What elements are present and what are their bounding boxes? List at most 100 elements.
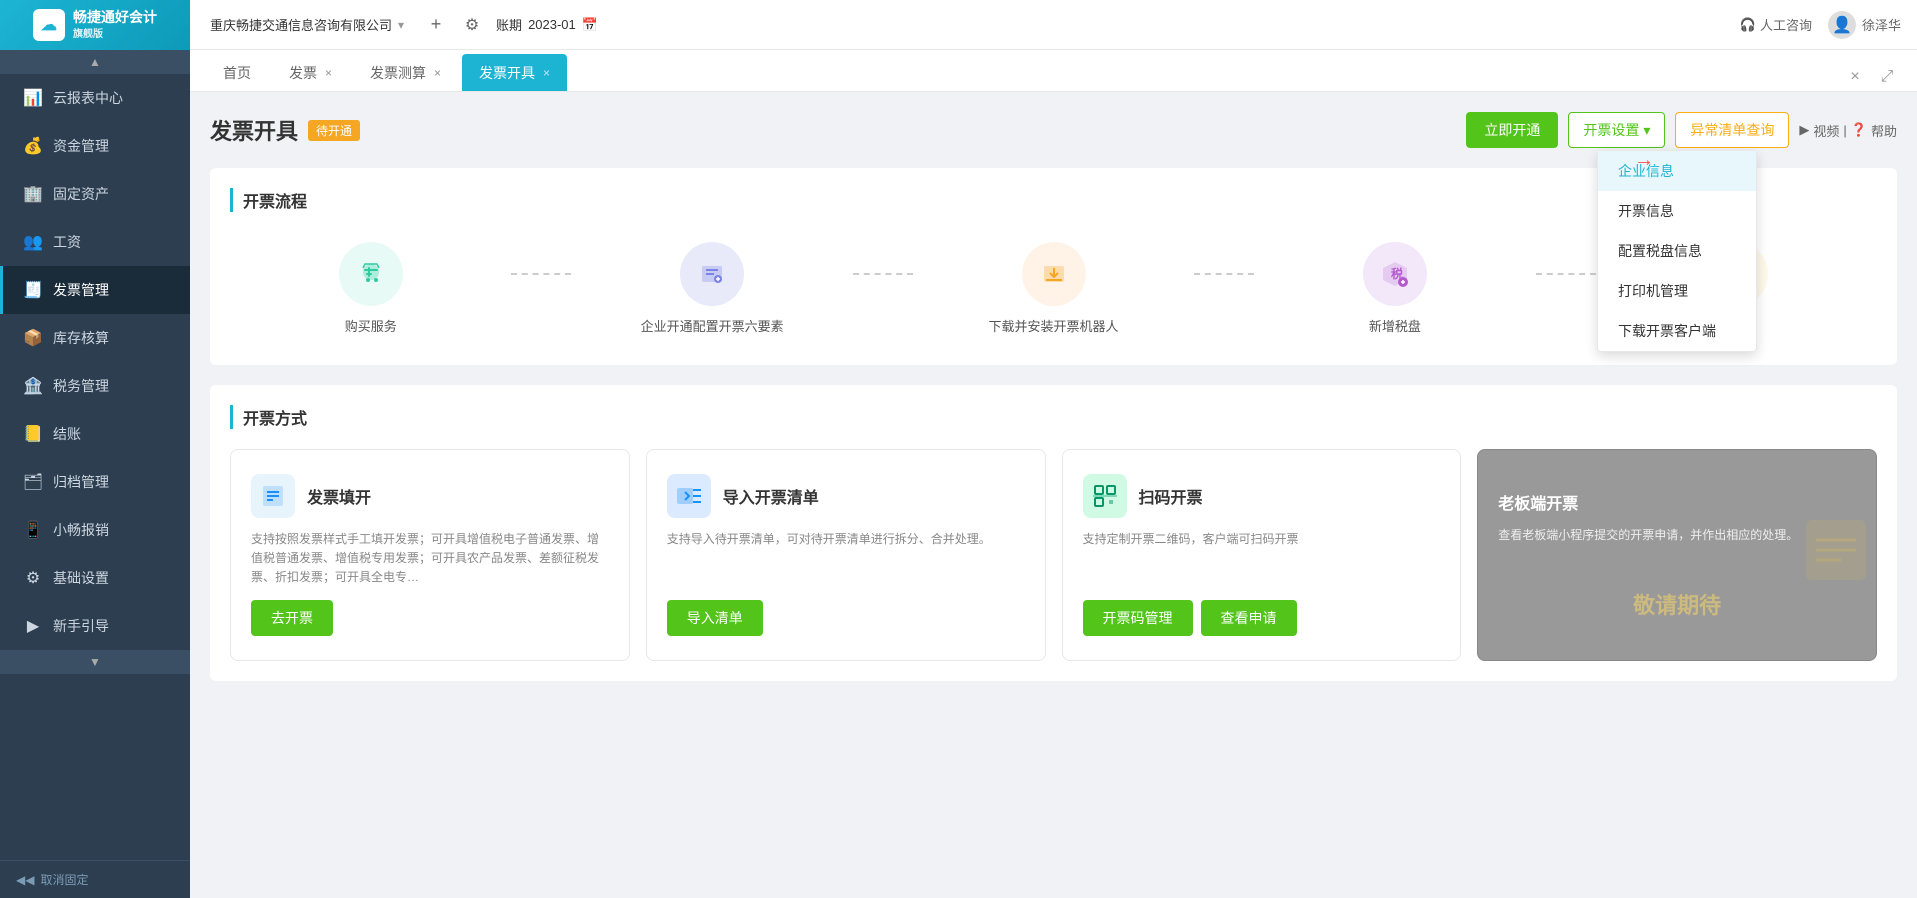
tab-invoice-calc-label: 发票测算 [370, 63, 426, 83]
sidebar-label: 归档管理 [53, 472, 109, 492]
tab-invoice[interactable]: 发票 × [272, 54, 349, 91]
add-tab-button[interactable]: + [424, 13, 448, 37]
tab-invoice-issue-close[interactable]: × [543, 66, 550, 80]
sidebar-label: 税务管理 [53, 376, 109, 396]
dropdown-item-company-info[interactable]: 企业信息 [1598, 151, 1756, 191]
flow-step-config-label: 企业开通配置开票六要素 [641, 316, 784, 335]
tab-invoice-issue[interactable]: 发票开具 × [462, 54, 567, 91]
tab-invoice-calc[interactable]: 发票测算 × [353, 54, 458, 91]
manual-invoice-icon [251, 474, 295, 518]
sidebar-item-tax-mgmt[interactable]: 🏦 税务管理 [0, 362, 190, 410]
dropdown-item-printer[interactable]: 打印机管理 [1598, 271, 1756, 311]
book-icon: 📒 [23, 424, 43, 444]
dropdown-item-tax-disk[interactable]: 配置税盘信息 [1598, 231, 1756, 271]
sidebar-scroll-down[interactable]: ▼ [0, 650, 190, 674]
company-name: 重庆畅捷交通信息咨询有限公司 [210, 15, 392, 34]
sidebar-label: 小畅报销 [53, 520, 109, 540]
play-icon: ▶ [23, 616, 43, 636]
abnormal-list-button[interactable]: 异常清单查询 [1675, 112, 1789, 148]
logo-title: 畅捷通好会计 [73, 9, 157, 26]
activate-button[interactable]: 立即开通 [1466, 112, 1558, 148]
question-icon: ❓ [1851, 122, 1867, 138]
flow-icon-buy [339, 242, 403, 306]
settings-dropdown-button[interactable]: 开票设置 ▾ [1568, 112, 1665, 148]
headset-icon: 🎧 [1740, 17, 1756, 33]
page-actions: 立即开通 开票设置 ▾ 异常清单查询 ▶ 视频 | ❓ 帮助 [1466, 112, 1897, 148]
archive-icon: 🗂 [23, 472, 43, 492]
logo-sub: 旗舰版 [73, 25, 157, 40]
tab-invoice-close[interactable]: × [325, 66, 332, 80]
flow-connector-4 [1536, 273, 1596, 275]
sidebar-item-guide[interactable]: ▶ 新手引导 [0, 602, 190, 650]
tax-icon: 🏦 [23, 376, 43, 396]
page-content: 发票开具 待开通 立即开通 开票设置 ▾ 异常清单查询 ▶ 视频 [190, 92, 1917, 898]
sidebar-label: 资金管理 [53, 136, 109, 156]
method-card-boss: 老板端开票 查看老板端小程序提交的开票申请，并作出相应的处理。 敬请期待 [1477, 449, 1877, 661]
customer-service-button[interactable]: 🎧 人工咨询 [1740, 15, 1812, 34]
manual-go-invoice-button[interactable]: 去开票 [251, 600, 333, 636]
flow-icon-tax: 税 [1363, 242, 1427, 306]
sidebar-item-invoice-mgmt[interactable]: 🧾 发票管理 [0, 266, 190, 314]
dropdown-pointer-arrow: → [1634, 149, 1654, 172]
help-label: 帮助 [1871, 121, 1897, 140]
gear-icon: ⚙ [23, 568, 43, 588]
import-title: 导入开票清单 [723, 484, 819, 508]
user-name: 徐泽华 [1862, 15, 1901, 34]
chevron-down-icon: ▾ [398, 18, 404, 32]
import-list-button[interactable]: 导入清单 [667, 600, 763, 636]
sidebar-item-settlement[interactable]: 📒 结账 [0, 410, 190, 458]
sidebar-item-report[interactable]: 📱 小畅报销 [0, 506, 190, 554]
dropdown-item-download-client[interactable]: 下载开票客户端 [1598, 311, 1756, 351]
method-card-import: 导入开票清单 支持导入待开票清单，可对待开票清单进行拆分、合并处理。 导入清单 [646, 449, 1046, 661]
manual-desc: 支持按照发票样式手工填开发票；可开具增值税电子普通发票、增值税普通发票、增值税专… [251, 530, 609, 588]
sidebar: ▲ 📊 云报表中心 💰 资金管理 🏢 固定资产 👥 工资 🧾 发票管理 [0, 50, 190, 898]
video-help-button[interactable]: ▶ 视频 | ❓ 帮助 [1799, 121, 1897, 140]
dropdown-item-invoice-info[interactable]: 开票信息 [1598, 191, 1756, 231]
sidebar-item-payroll[interactable]: 👥 工资 [0, 218, 190, 266]
methods-section: 开票方式 [210, 385, 1897, 681]
boss-title: 老板端开票 [1498, 490, 1578, 514]
sidebar-scroll-up[interactable]: ▲ [0, 50, 190, 74]
user-avatar: 👤 [1828, 11, 1856, 39]
flow-step-download-label: 下载并安装开票机器人 [989, 316, 1119, 335]
flow-connector-1 [511, 273, 571, 275]
manual-title: 发票填开 [307, 484, 371, 508]
inventory-icon: 📦 [23, 328, 43, 348]
sidebar-label: 工资 [53, 232, 81, 252]
invoice-icon: 🧾 [23, 280, 43, 300]
company-selector[interactable]: 重庆畅捷交通信息咨询有限公司 ▾ [202, 11, 412, 38]
qrcode-manage-button[interactable]: 开票码管理 [1083, 600, 1193, 636]
sidebar-item-fixed-assets[interactable]: 🏢 固定资产 [0, 170, 190, 218]
import-desc: 支持导入待开票清单，可对待开票清单进行拆分、合并处理。 [667, 530, 1025, 549]
people-icon: 👥 [23, 232, 43, 252]
flow-connector-2 [853, 273, 913, 275]
cancel-pin-button[interactable]: ◀◀ 取消固定 [0, 860, 190, 898]
method-manual-header: 发票填开 [251, 474, 609, 518]
page-title: 发票开具 [210, 114, 298, 146]
sidebar-item-inventory[interactable]: 📦 库存核算 [0, 314, 190, 362]
maximize-button[interactable]: ⤢ [1873, 63, 1901, 91]
tab-home[interactable]: 首页 [206, 54, 268, 91]
sidebar-item-basic-settings[interactable]: ⚙ 基础设置 [0, 554, 190, 602]
sidebar-item-archive[interactable]: 🗂 归档管理 [0, 458, 190, 506]
video-label: 视频 [1813, 121, 1839, 140]
tab-invoice-calc-close[interactable]: × [434, 66, 441, 80]
flow-step-buy: 购买服务 [230, 242, 511, 335]
sidebar-item-fund-mgmt[interactable]: 💰 资金管理 [0, 122, 190, 170]
close-tab-button[interactable]: × [1841, 63, 1869, 91]
user-profile[interactable]: 👤 徐泽华 [1828, 11, 1901, 39]
sidebar-label: 发票管理 [53, 280, 109, 300]
sidebar-label: 新手引导 [53, 616, 109, 636]
top-header: ☁ 畅捷通好会计 旗舰版 重庆畅捷交通信息咨询有限公司 ▾ + ⚙ 账期 202… [0, 0, 1917, 50]
logo-icon: ☁ [33, 9, 65, 41]
scan-title: 扫码开票 [1139, 484, 1203, 508]
flow-step-tax-label: 新增税盘 [1369, 316, 1421, 335]
tab-home-label: 首页 [223, 63, 251, 83]
content-area: 首页 发票 × 发票测算 × 发票开具 × × ⤢ [190, 50, 1917, 898]
import-invoice-icon [667, 474, 711, 518]
settings-button[interactable]: ⚙ [460, 13, 484, 37]
sidebar-item-cloud-report[interactable]: 📊 云报表中心 [0, 74, 190, 122]
view-application-button[interactable]: 查看申请 [1201, 600, 1297, 636]
period-label: 账期 [496, 15, 522, 34]
method-card-manual: 发票填开 支持按照发票样式手工填开发票；可开具增值税电子普通发票、增值税普通发票… [230, 449, 630, 661]
